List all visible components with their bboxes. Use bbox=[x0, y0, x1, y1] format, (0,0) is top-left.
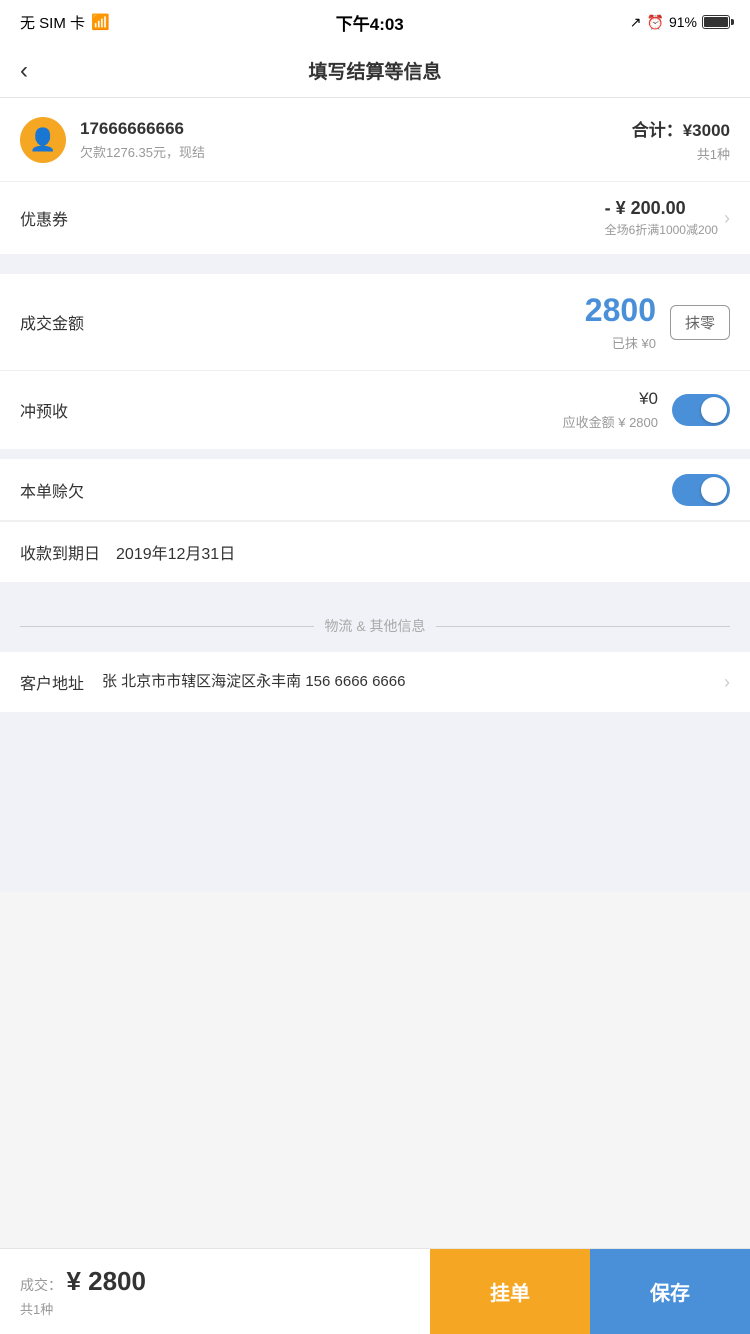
avatar-icon: 👤 bbox=[29, 127, 56, 153]
status-left: 无 SIM 卡 📶 bbox=[20, 12, 110, 33]
hold-button[interactable]: 挂单 bbox=[430, 1249, 590, 1334]
round-button[interactable]: 抹零 bbox=[670, 305, 730, 340]
customer-row: 👤 17666666666 欠款1276.35元，现结 合计：¥3000 共1种 bbox=[0, 98, 750, 181]
address-label: 客户地址 bbox=[20, 670, 92, 694]
precollect-label: 冲预收 bbox=[20, 398, 68, 422]
logistics-title: 物流 & 其他信息 bbox=[324, 616, 425, 636]
status-right: ↗ ⏰ 91% bbox=[630, 14, 730, 31]
section-gap-1 bbox=[0, 264, 750, 274]
battery-label: 91% bbox=[669, 14, 697, 30]
bottom-spacer bbox=[0, 712, 750, 892]
toggle-knob bbox=[701, 397, 727, 423]
section-gap-2 bbox=[0, 449, 750, 459]
status-time: 下午4:03 bbox=[336, 10, 404, 35]
address-row[interactable]: 客户地址 张 北京市市辖区海淀区永丰南 156 6666 6666 › bbox=[0, 652, 750, 712]
location-icon: ↗ bbox=[630, 14, 642, 31]
customer-info: 17666666666 欠款1276.35元，现结 bbox=[80, 119, 205, 161]
amount-value-col: 2800 已抹 ¥0 bbox=[585, 292, 656, 352]
precollect-row: 冲预收 ¥0 应收金额 ¥ 2800 bbox=[0, 371, 750, 449]
avatar: 👤 bbox=[20, 117, 66, 163]
save-button[interactable]: 保存 bbox=[590, 1249, 750, 1334]
customer-phone: 17666666666 bbox=[80, 119, 205, 139]
alarm-icon: ⏰ bbox=[647, 14, 664, 31]
debt-toggle-knob bbox=[701, 477, 727, 503]
logistics-section: 物流 & 其他信息 bbox=[0, 602, 750, 650]
footer-deal-row: 成交： ¥ 2800 bbox=[20, 1266, 410, 1297]
customer-total: 合计：¥3000 bbox=[632, 116, 730, 141]
amount-value: 2800 bbox=[585, 292, 656, 329]
precollect-amount: ¥0 bbox=[563, 389, 658, 409]
coupon-info: - ¥ 200.00 全场6折满1000减200 bbox=[605, 198, 718, 238]
coupon-label: 优惠券 bbox=[20, 206, 68, 230]
page-title: 填写结算等信息 bbox=[308, 57, 441, 84]
due-date-value: 2019年12月31日 bbox=[116, 540, 235, 564]
footer-deal-label: 成交： bbox=[20, 1277, 62, 1293]
customer-card: 👤 17666666666 欠款1276.35元，现结 合计：¥3000 共1种… bbox=[0, 98, 750, 254]
debt-card: 本单赊欠 收款到期日 2019年12月31日 bbox=[0, 459, 750, 582]
customer-count: 共1种 bbox=[632, 144, 730, 163]
nav-bar: ‹ 填写结算等信息 bbox=[0, 44, 750, 98]
coupon-discount: - ¥ 200.00 bbox=[605, 198, 718, 219]
amount-row: 成交金额 2800 已抹 ¥0 抹零 bbox=[0, 274, 750, 371]
footer: 成交： ¥ 2800 共1种 挂单 保存 bbox=[0, 1248, 750, 1334]
coupon-desc: 全场6折满1000减200 bbox=[605, 221, 718, 238]
footer-info: 成交： ¥ 2800 共1种 bbox=[0, 1266, 430, 1318]
precollect-sub: 应收金额 ¥ 2800 bbox=[563, 412, 658, 431]
precollect-right: ¥0 应收金额 ¥ 2800 bbox=[563, 389, 730, 431]
coupon-chevron-icon: › bbox=[724, 208, 730, 229]
battery-icon bbox=[702, 15, 730, 29]
customer-right: 合计：¥3000 共1种 bbox=[632, 116, 730, 163]
debt-label: 本单赊欠 bbox=[20, 478, 84, 502]
status-bar: 无 SIM 卡 📶 下午4:03 ↗ ⏰ 91% bbox=[0, 0, 750, 44]
debt-row: 本单赊欠 bbox=[0, 459, 750, 521]
due-date-row: 收款到期日 2019年12月31日 bbox=[0, 521, 750, 582]
coupon-row[interactable]: 优惠券 - ¥ 200.00 全场6折满1000减200 › bbox=[0, 181, 750, 254]
debt-toggle[interactable] bbox=[672, 474, 730, 506]
footer-amount: ¥ 2800 bbox=[66, 1266, 146, 1296]
coupon-right: - ¥ 200.00 全场6折满1000减200 › bbox=[605, 198, 730, 238]
section-gap-3 bbox=[0, 592, 750, 602]
amount-right: 2800 已抹 ¥0 抹零 bbox=[585, 292, 730, 352]
amount-section: 成交金额 2800 已抹 ¥0 抹零 冲预收 ¥0 应收金额 ¥ 2800 bbox=[0, 274, 750, 449]
precollect-val: ¥0 应收金额 ¥ 2800 bbox=[563, 389, 658, 431]
back-button[interactable]: ‹ bbox=[20, 57, 28, 85]
wifi-icon: 📶 bbox=[91, 13, 110, 31]
amount-sub: 已抹 ¥0 bbox=[585, 333, 656, 352]
logistics-line-left bbox=[20, 626, 314, 627]
due-date-label: 收款到期日 bbox=[20, 540, 100, 564]
footer-count: 共1种 bbox=[20, 1299, 410, 1318]
customer-left: 👤 17666666666 欠款1276.35元，现结 bbox=[20, 117, 205, 163]
amount-label: 成交金额 bbox=[20, 310, 84, 334]
address-value: 张 北京市市辖区海淀区永丰南 156 6666 6666 bbox=[102, 671, 714, 694]
no-sim-label: 无 SIM 卡 bbox=[20, 12, 85, 33]
logistics-header: 物流 & 其他信息 bbox=[0, 602, 750, 650]
main-content: 👤 17666666666 欠款1276.35元，现结 合计：¥3000 共1种… bbox=[0, 98, 750, 892]
precollect-toggle[interactable] bbox=[672, 394, 730, 426]
customer-sub: 欠款1276.35元，现结 bbox=[80, 142, 205, 161]
address-chevron-icon: › bbox=[724, 672, 730, 693]
logistics-line-right bbox=[436, 626, 730, 627]
